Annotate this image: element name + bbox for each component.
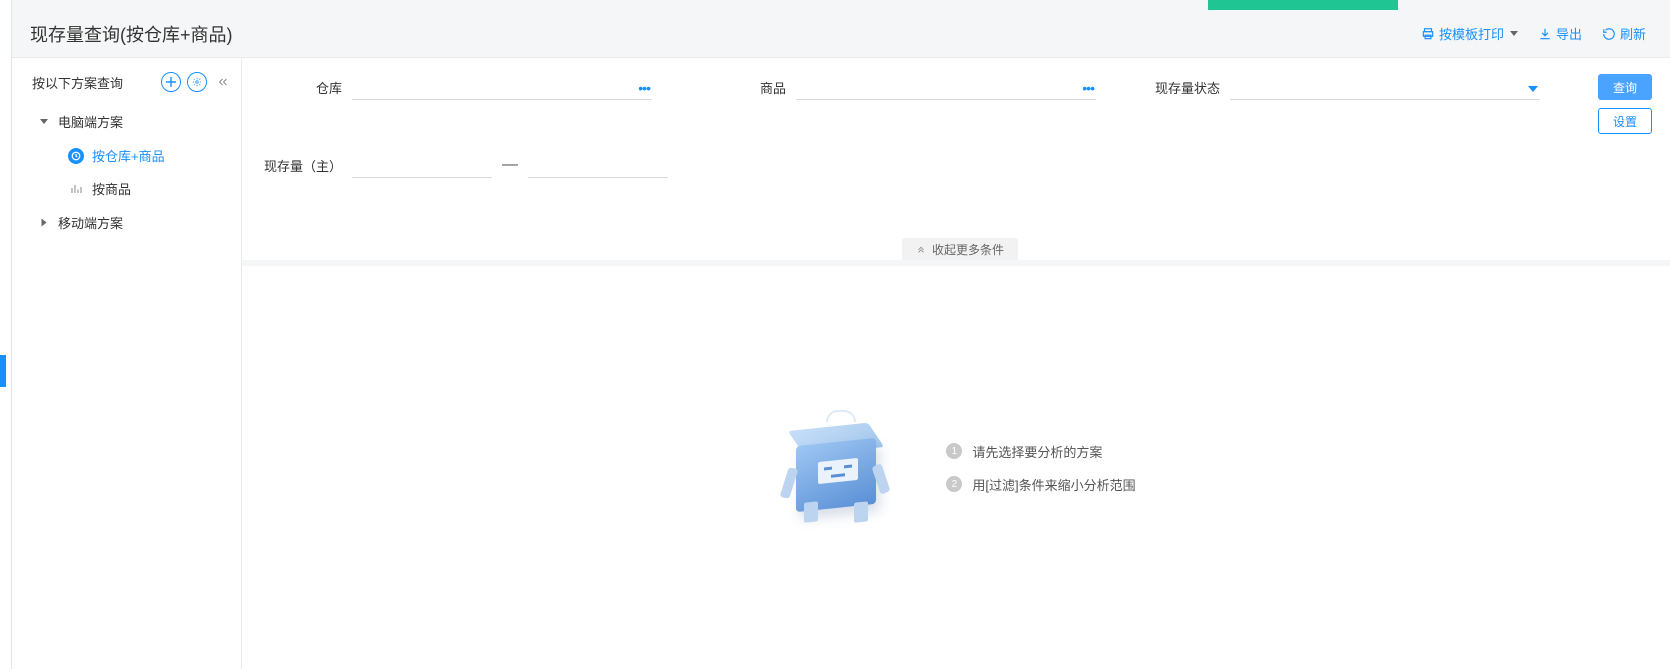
top-mini-bar	[12, 0, 1670, 10]
stock-status-select[interactable]	[1230, 74, 1540, 100]
tree-group-header-mobile[interactable]: 移动端方案	[12, 205, 241, 240]
step-text-1: 请先选择要分析的方案	[972, 442, 1102, 461]
chevron-down-icon[interactable]	[1528, 86, 1538, 92]
step-badge-1: 1	[946, 443, 962, 459]
settings-button[interactable]: 设置	[1598, 108, 1652, 134]
chevron-double-up-icon	[916, 244, 926, 254]
header-actions: 按模板打印 导出 刷新	[1421, 24, 1646, 43]
tree-item-warehouse-product[interactable]: 按仓库+商品	[12, 139, 241, 172]
empty-state: 1 请先选择要分析的方案 2 用[过滤]条件来缩小分析范围	[242, 266, 1670, 669]
filters-panel: 仓库 ••• 商品 ••• 现存量状态	[242, 58, 1670, 260]
scheme-sidebar: 按以下方案查询 电脑端方案	[12, 58, 242, 669]
app-left-rail	[0, 0, 12, 669]
filter-stock-status: 现存量状态	[1126, 74, 1540, 100]
filter-label-stock-status: 现存量状态	[1126, 78, 1230, 97]
warehouse-input[interactable]	[352, 74, 652, 100]
step-badge-2: 2	[946, 476, 962, 492]
add-scheme-button[interactable]	[161, 72, 181, 92]
print-template-action[interactable]: 按模板打印	[1421, 24, 1518, 43]
filter-action-buttons: 查询 设置	[1598, 74, 1656, 134]
stock-main-to-input[interactable]	[528, 152, 668, 178]
chevron-down-icon	[40, 119, 48, 124]
page-title: 现存量查询(按仓库+商品)	[30, 21, 233, 47]
tree-group-desktop: 电脑端方案 按仓库+商品 按商品	[12, 104, 241, 205]
sidebar-header: 按以下方案查询	[12, 68, 241, 102]
ellipsis-icon[interactable]: •••	[1082, 80, 1094, 96]
tree-item-product[interactable]: 按商品	[12, 172, 241, 205]
printer-icon	[1421, 27, 1435, 41]
scheme-settings-button[interactable]	[187, 72, 207, 92]
tree-group-label: 电脑端方案	[58, 112, 123, 131]
bars-icon	[68, 181, 84, 197]
chevron-double-left-icon	[217, 76, 229, 88]
stock-main-from-input[interactable]	[352, 152, 492, 178]
ellipsis-icon[interactable]: •••	[638, 80, 650, 96]
filter-label-stock-main: 现存量（主）	[264, 156, 352, 175]
refresh-action[interactable]: 刷新	[1602, 24, 1646, 43]
refresh-icon	[1602, 27, 1616, 41]
left-rail-active-indicator	[0, 355, 6, 387]
sidebar-collapse-button[interactable]	[213, 72, 233, 92]
filters-row-1: 仓库 ••• 商品 ••• 现存量状态	[264, 74, 1656, 134]
filter-warehouse: 仓库 •••	[264, 74, 652, 100]
filters-row-2: 现存量（主） —	[264, 152, 1656, 178]
tree-item-label: 按仓库+商品	[92, 146, 165, 165]
export-label: 导出	[1556, 24, 1582, 43]
top-accent-strip	[1208, 0, 1398, 10]
plus-icon	[166, 77, 176, 87]
filter-product: 商品 •••	[708, 74, 1096, 100]
export-action[interactable]: 导出	[1538, 24, 1582, 43]
product-input[interactable]	[796, 74, 1096, 100]
tree-group-label: 移动端方案	[58, 213, 123, 232]
export-icon	[1538, 27, 1552, 41]
body-area: 按以下方案查询 电脑端方案	[12, 58, 1670, 669]
gear-icon	[192, 77, 202, 87]
filter-label-product: 商品	[708, 78, 796, 97]
collapse-label: 收起更多条件	[932, 241, 1004, 258]
main-wrap: 现存量查询(按仓库+商品) 按模板打印 导出 刷新 按以下方案查询	[12, 0, 1670, 669]
filter-stock-main: 现存量（主） —	[264, 152, 668, 178]
filter-label-warehouse: 仓库	[264, 78, 352, 97]
content-area: 仓库 ••• 商品 ••• 现存量状态	[242, 58, 1670, 669]
tree-item-label: 按商品	[92, 179, 131, 198]
step-text-2: 用[过滤]条件来缩小分析范围	[972, 475, 1135, 494]
empty-illustration	[776, 408, 906, 528]
empty-steps: 1 请先选择要分析的方案 2 用[过滤]条件来缩小分析范围	[946, 442, 1135, 494]
sidebar-header-label: 按以下方案查询	[32, 73, 155, 92]
chevron-right-icon	[42, 219, 47, 227]
refresh-label: 刷新	[1620, 24, 1646, 43]
clock-icon	[68, 148, 84, 164]
collapse-bar-wrap: 收起更多条件	[264, 186, 1656, 260]
page-header: 现存量查询(按仓库+商品) 按模板打印 导出 刷新	[12, 10, 1670, 58]
tree-group-mobile: 移动端方案	[12, 205, 241, 240]
tree-group-header-desktop[interactable]: 电脑端方案	[12, 104, 241, 139]
scheme-tree: 电脑端方案 按仓库+商品 按商品	[12, 102, 241, 240]
search-button[interactable]: 查询	[1598, 74, 1652, 100]
range-dash: —	[492, 156, 528, 174]
print-label: 按模板打印	[1439, 24, 1504, 43]
collapse-conditions-toggle[interactable]: 收起更多条件	[902, 238, 1018, 260]
empty-step-2: 2 用[过滤]条件来缩小分析范围	[946, 475, 1135, 494]
empty-step-1: 1 请先选择要分析的方案	[946, 442, 1135, 461]
